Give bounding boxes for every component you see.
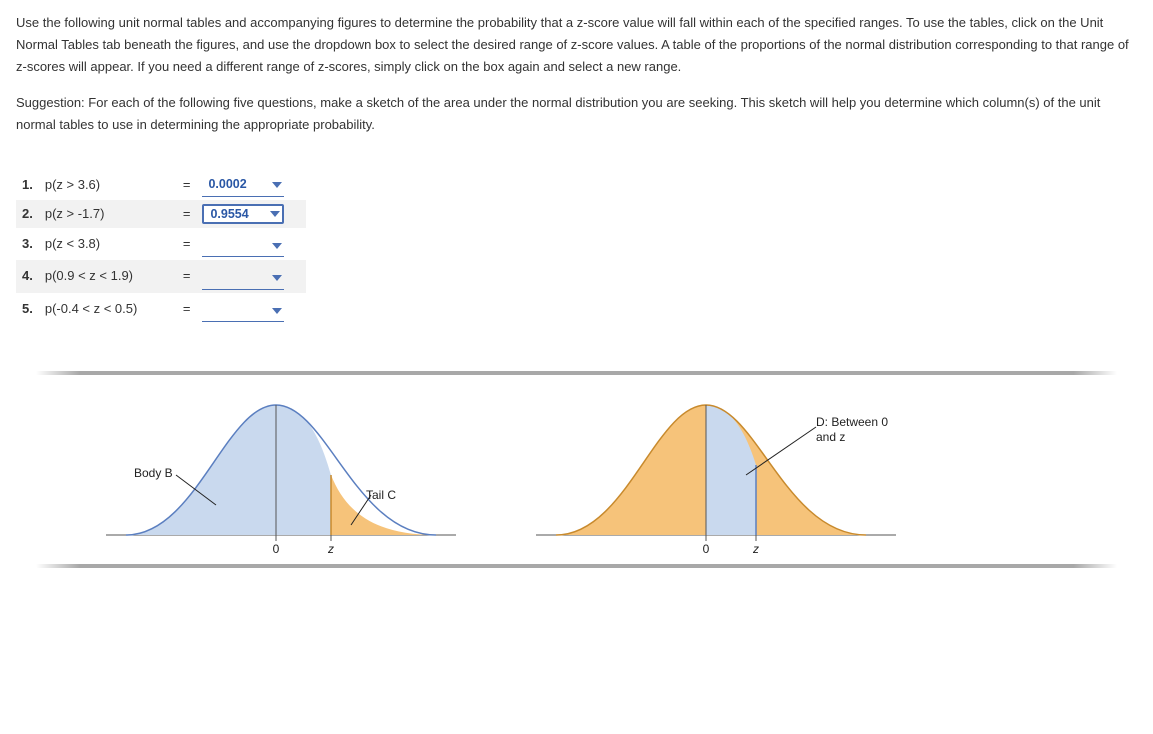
question-row: 3. p(z < 3.8) = — [16, 228, 306, 261]
label-body-b: Body B — [134, 463, 173, 483]
dropdown-value: 0.9554 — [210, 204, 248, 225]
question-row: 5. p(-0.4 < z < 0.5) = — [16, 293, 306, 326]
equals-sign: = — [177, 228, 197, 261]
question-expression: p(-0.4 < z < 0.5) — [39, 293, 177, 326]
figures-section: 0 z Body B Tail C — [16, 371, 1137, 568]
chevron-down-icon — [272, 182, 282, 188]
question-row: 2. p(z > -1.7) = 0.9554 — [16, 200, 306, 228]
answer-dropdown-5[interactable] — [202, 302, 284, 322]
dropdown-value: 0.0002 — [208, 174, 246, 195]
equals-sign: = — [177, 200, 197, 228]
axis-tick-z: z — [752, 542, 759, 556]
question-number: 5. — [16, 293, 39, 326]
question-number: 4. — [16, 260, 39, 293]
answer-dropdown-3[interactable] — [202, 237, 284, 257]
axis-tick-0: 0 — [703, 542, 710, 556]
question-expression: p(z < 3.8) — [39, 228, 177, 261]
instruction-paragraph-2: Suggestion: For each of the following fi… — [16, 92, 1137, 136]
answer-dropdown-4[interactable] — [202, 270, 284, 290]
axis-tick-0: 0 — [273, 542, 280, 556]
question-row: 4. p(0.9 < z < 1.9) = — [16, 260, 306, 293]
equals-sign: = — [177, 170, 197, 199]
figure-body-tail: 0 z Body B Tail C — [76, 385, 476, 560]
answer-dropdown-1[interactable]: 0.0002 — [202, 177, 284, 197]
chevron-down-icon — [270, 211, 280, 217]
question-expression: p(0.9 < z < 1.9) — [39, 260, 177, 293]
normal-curve-svg-2: 0 z — [506, 385, 926, 560]
question-expression: p(z > 3.6) — [39, 170, 177, 199]
label-tail-c: Tail C — [366, 485, 396, 505]
chevron-down-icon — [272, 243, 282, 249]
question-expression: p(z > -1.7) — [39, 200, 177, 228]
question-row: 1. p(z > 3.6) = 0.0002 — [16, 170, 306, 199]
figure-between: 0 z D: Between 0 and z — [506, 385, 926, 560]
question-number: 3. — [16, 228, 39, 261]
chevron-down-icon — [272, 275, 282, 281]
question-number: 1. — [16, 170, 39, 199]
questions-list: 1. p(z > 3.6) = 0.0002 2. p(z > -1.7) = … — [16, 170, 306, 325]
answer-dropdown-2[interactable]: 0.9554 — [202, 204, 284, 224]
equals-sign: = — [177, 260, 197, 293]
divider-bottom — [36, 564, 1117, 568]
chevron-down-icon — [272, 308, 282, 314]
axis-tick-z: z — [327, 542, 334, 556]
equals-sign: = — [177, 293, 197, 326]
label-between: D: Between 0 and z — [816, 415, 888, 444]
instructions-block: Use the following unit normal tables and… — [16, 12, 1137, 136]
question-number: 2. — [16, 200, 39, 228]
instruction-paragraph-1: Use the following unit normal tables and… — [16, 12, 1137, 78]
